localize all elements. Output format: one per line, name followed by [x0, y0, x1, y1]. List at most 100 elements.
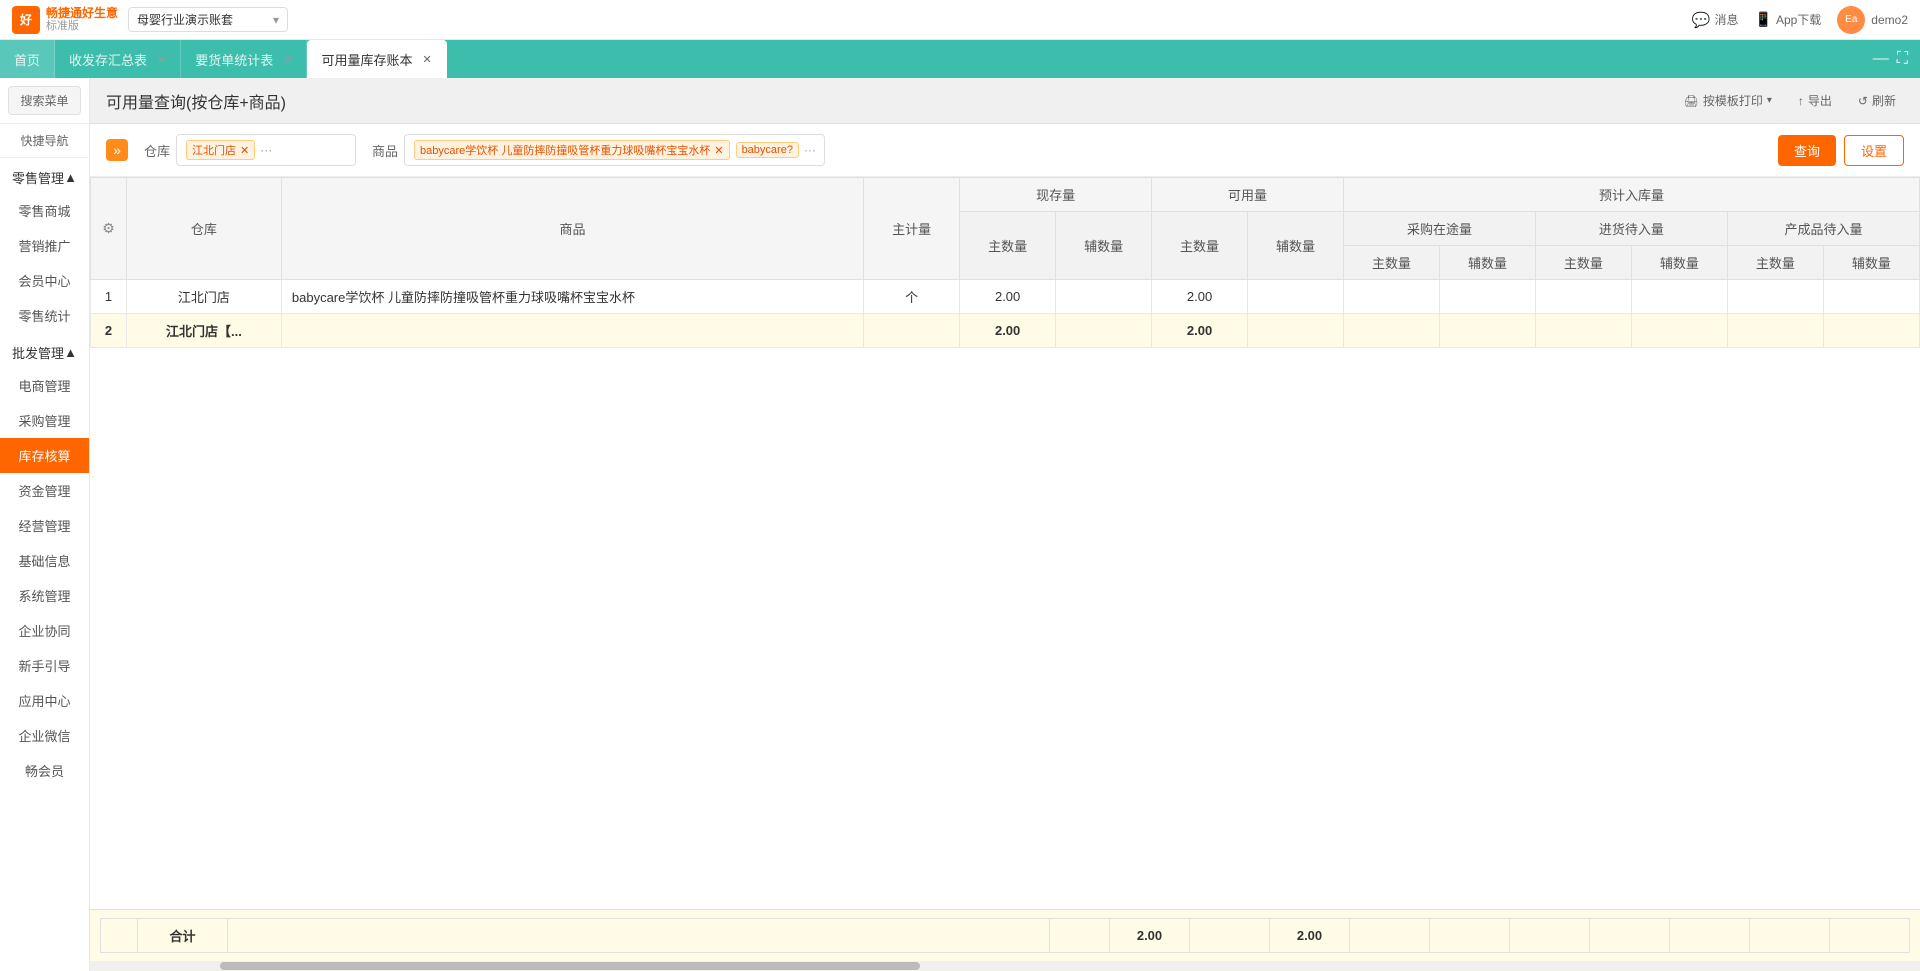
sidebar-item-weixin[interactable]: 企业微信: [0, 718, 89, 753]
total-label: 合计: [138, 919, 228, 953]
sidebar-item-system[interactable]: 系统管理: [0, 578, 89, 613]
sidebar-item-guide[interactable]: 新手引导: [0, 648, 89, 683]
available-stock-tab-label: 可用量库存账本: [321, 50, 412, 69]
cell-unit: 个: [864, 280, 960, 314]
cell-current-main: 2.00: [960, 280, 1056, 314]
sidebar-item-app-center[interactable]: 应用中心: [0, 683, 89, 718]
sidebar-group-retail-chevron: ▲: [64, 170, 77, 185]
warehouse-tag-text: 江北门店: [192, 142, 236, 158]
cell-product-2: [281, 314, 863, 348]
sidebar-group-wholesale-chevron: ▲: [64, 345, 77, 360]
close-receipt-summary[interactable]: ✕: [157, 53, 166, 66]
print-icon: 🖨: [1684, 94, 1699, 108]
tab-order-stats[interactable]: 要货单统计表 ✕: [181, 40, 307, 78]
sidebar-item-inventory[interactable]: 库存核算: [0, 438, 89, 473]
brand-sub: 标准版: [46, 20, 118, 33]
close-available-stock[interactable]: ✕: [423, 53, 432, 66]
export-btn[interactable]: ↑ 导出: [1790, 88, 1840, 113]
product-more[interactable]: ···: [804, 143, 816, 157]
warehouse-more[interactable]: ···: [260, 143, 272, 157]
th-pt-main: 主数量: [1344, 246, 1440, 280]
settings-button[interactable]: 设置: [1844, 135, 1904, 166]
th-product: 商品: [281, 178, 863, 280]
cell-unit-2: [864, 314, 960, 348]
brand-name: 畅捷通好生意: [46, 6, 118, 20]
total-current-main: 2.00: [1110, 919, 1190, 953]
sidebar-item-marketing[interactable]: 营销推广: [0, 228, 89, 263]
table-area: ⚙ 仓库 商品 主计量 现存量 可用量 预计入库量 主数量 辅数量 主数量 辅数…: [90, 177, 1920, 909]
warehouse-label: 仓库: [144, 141, 170, 160]
cell-product: babycare学饮杯 儿童防摔防撞吸管杯重力球吸嘴杯宝宝水杯: [281, 280, 863, 314]
cell-prod-aux-2: [1823, 314, 1919, 348]
industry-label: 母婴行业演示账套: [137, 11, 233, 28]
sidebar-item-member[interactable]: 会员中心: [0, 263, 89, 298]
product-tag-1-close[interactable]: ✕: [714, 144, 723, 157]
sidebar-item-finance[interactable]: 资金管理: [0, 473, 89, 508]
quick-nav-btn[interactable]: 快捷导航: [0, 124, 89, 158]
filter-expand-btn[interactable]: »: [106, 139, 128, 161]
warehouse-filter: 仓库 江北门店 ✕ ···: [144, 134, 356, 166]
tab-available-stock[interactable]: 可用量库存账本 ✕: [307, 40, 446, 78]
sidebar-item-ecommerce[interactable]: 电商管理: [0, 368, 89, 403]
tab-home[interactable]: 首页: [0, 40, 55, 78]
page-header: 可用量查询(按仓库+商品) 🖨 按模板打印 ▾ ↑ 导出 ↺ 刷新: [90, 78, 1920, 124]
warehouse-tag-close[interactable]: ✕: [240, 144, 249, 157]
app-download-btn[interactable]: 📱 App下载: [1755, 11, 1822, 28]
sidebar-item-vip[interactable]: 畅会员: [0, 753, 89, 788]
gear-icon[interactable]: ⚙: [102, 220, 115, 236]
app-download-label: App下载: [1776, 11, 1821, 28]
print-btn[interactable]: 🖨 按模板打印 ▾: [1676, 88, 1780, 113]
maximize-btn[interactable]: ⛶: [1897, 50, 1908, 68]
message-label: 消息: [1714, 11, 1738, 28]
tab-receipt-summary[interactable]: 收发存汇总表 ✕: [55, 40, 181, 78]
product-filter: 商品 babycare学饮杯 儿童防摔防撞吸管杯重力球吸嘴杯宝宝水杯 ✕ bab…: [372, 134, 825, 166]
th-current-stock: 现存量: [960, 178, 1152, 212]
print-chevron: ▾: [1767, 95, 1772, 106]
th-unit: 主计量: [864, 178, 960, 280]
th-settings[interactable]: ⚙: [91, 178, 127, 280]
sidebar-item-operations[interactable]: 经营管理: [0, 508, 89, 543]
sidebar-item-purchase[interactable]: 采购管理: [0, 403, 89, 438]
product-input[interactable]: babycare学饮杯 儿童防摔防撞吸管杯重力球吸嘴杯宝宝水杯 ✕ babyca…: [404, 134, 825, 166]
product-tag-text-1: babycare学饮杯 儿童防摔防撞吸管杯重力球吸嘴杯宝宝水杯: [420, 142, 710, 158]
sidebar-item-basic[interactable]: 基础信息: [0, 543, 89, 578]
sidebar-group-retail-label: 零售管理: [12, 168, 64, 187]
search-menu-btn[interactable]: 搜索菜单: [8, 86, 81, 115]
product-label: 商品: [372, 141, 398, 160]
user-avatar-btn[interactable]: Ea demo2: [1837, 6, 1908, 34]
th-current-main: 主数量: [960, 212, 1056, 280]
total-avail-main: 2.00: [1270, 919, 1350, 953]
close-order-stats[interactable]: ✕: [283, 53, 292, 66]
horizontal-scrollbar[interactable]: [90, 961, 1920, 971]
refresh-btn[interactable]: ↺ 刷新: [1850, 88, 1904, 113]
cell-seq-2: 2: [91, 314, 127, 348]
cell-pp-main-2: [1535, 314, 1631, 348]
sidebar-group-wholesale-header[interactable]: 批发管理 ▲: [0, 333, 89, 368]
sidebar-item-enterprise[interactable]: 企业协同: [0, 613, 89, 648]
cell-avail-main-2: 2.00: [1152, 314, 1248, 348]
sidebar: 搜索菜单 快捷导航 零售管理 ▲ 零售商城 营销推广 会员中心 零售统计 批发管…: [0, 78, 90, 971]
th-pp-main: 主数量: [1535, 246, 1631, 280]
content-area: 可用量查询(按仓库+商品) 🖨 按模板打印 ▾ ↑ 导出 ↺ 刷新 »: [90, 78, 1920, 971]
sidebar-search-area: 搜索菜单: [0, 78, 89, 124]
sidebar-group-retail-header[interactable]: 零售管理 ▲: [0, 158, 89, 193]
cell-pt-main-2: [1344, 314, 1440, 348]
warehouse-input[interactable]: 江北门店 ✕ ···: [176, 134, 356, 166]
th-pp-aux: 辅数量: [1631, 246, 1727, 280]
sidebar-item-retail-mall[interactable]: 零售商城: [0, 193, 89, 228]
message-btn[interactable]: 💬 消息: [1692, 11, 1739, 29]
export-icon: ↑: [1798, 94, 1804, 108]
minimize-btn[interactable]: —: [1873, 50, 1889, 68]
cell-pt-aux-2: [1439, 314, 1535, 348]
top-bar-right: 💬 消息 📱 App下载 Ea demo2: [1692, 6, 1908, 34]
filter-actions: 查询 设置: [1778, 135, 1904, 166]
query-button[interactable]: 查询: [1778, 135, 1836, 166]
print-label: 按模板打印: [1703, 92, 1763, 109]
product-tag-2: babycare?: [736, 142, 799, 158]
th-prod-aux: 辅数量: [1823, 246, 1919, 280]
th-purchase-transit: 采购在途量: [1344, 212, 1536, 246]
footer-total: 合计 2.00 2.00: [90, 909, 1920, 961]
scrollbar-thumb[interactable]: [220, 962, 920, 970]
industry-selector[interactable]: 母婴行业演示账套 ▾: [128, 7, 288, 32]
sidebar-item-retail-stats[interactable]: 零售统计: [0, 298, 89, 333]
